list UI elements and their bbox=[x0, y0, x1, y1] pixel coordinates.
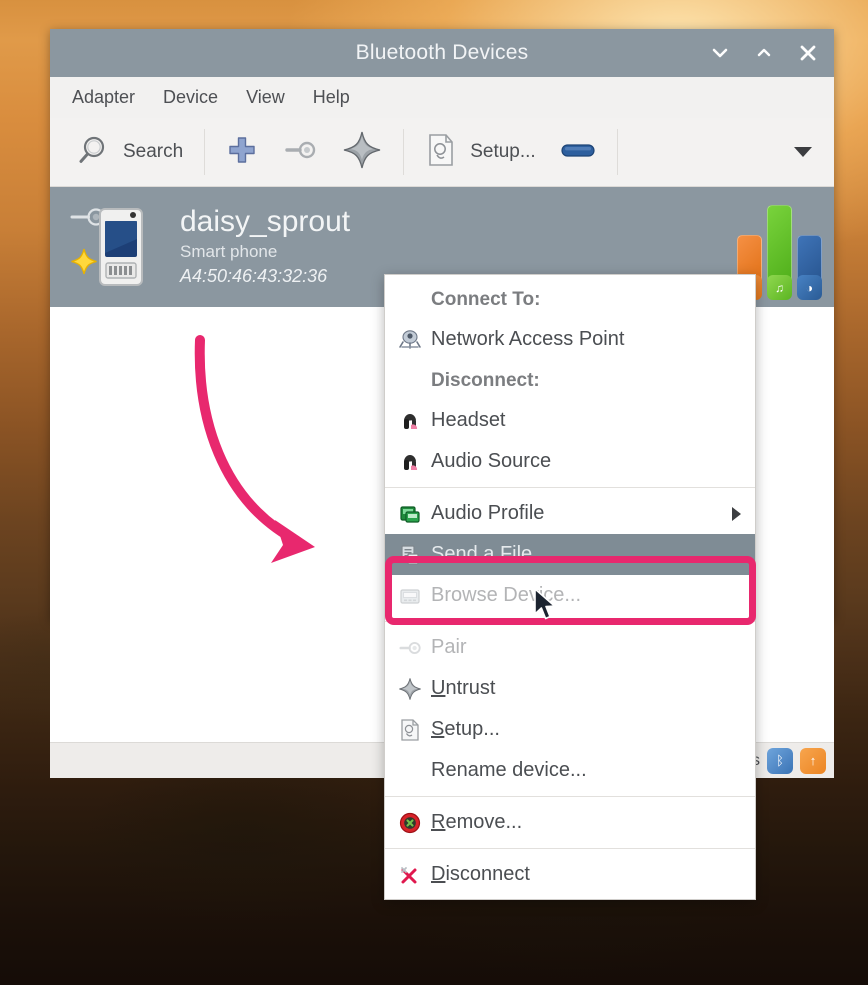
key-icon bbox=[282, 135, 318, 170]
pair-button[interactable] bbox=[270, 129, 330, 176]
star-icon bbox=[342, 130, 382, 175]
desktop-wallpaper: Bluetooth Devices Adapter Device View He… bbox=[0, 0, 868, 985]
menu-item-headset[interactable]: Headset bbox=[385, 400, 755, 441]
menu-item-label: Audio Source bbox=[431, 450, 552, 472]
device-context-menu: Connect To: Network Access Point Disconn… bbox=[384, 274, 756, 900]
connect-to-header: Connect To: bbox=[431, 289, 541, 310]
minimize-button[interactable] bbox=[708, 41, 732, 65]
menu-item-network-access-point[interactable]: Network Access Point bbox=[385, 319, 755, 360]
disconnect-icon bbox=[398, 863, 422, 887]
pair-key-icon bbox=[398, 636, 422, 660]
menu-item-audio-source[interactable]: Audio Source bbox=[385, 441, 755, 482]
menu-item-label: Rename device... bbox=[431, 759, 587, 781]
send-file-toolbar-button[interactable] bbox=[548, 134, 608, 171]
menu-item-label: Audio Profile bbox=[431, 502, 545, 524]
headset-icon bbox=[398, 409, 422, 433]
menu-item-label: Browse Device... bbox=[431, 584, 582, 606]
menu-item-untrust[interactable]: Untrust bbox=[385, 668, 755, 709]
menubar-item-adapter[interactable]: Adapter bbox=[60, 82, 147, 113]
bluetooth-tray-icon[interactable]: ᛒ bbox=[767, 747, 793, 774]
menu-item-browse-device[interactable]: Browse Device... bbox=[385, 575, 755, 616]
toolbar-separator-2 bbox=[403, 129, 405, 175]
transfer-tray-icon[interactable]: ↑ bbox=[800, 747, 826, 774]
menubar-item-device[interactable]: Device bbox=[151, 82, 230, 113]
toolbar-overflow-chevron-down-icon[interactable] bbox=[794, 147, 812, 157]
network-badge: ◑ bbox=[797, 275, 822, 300]
menu-item-setup[interactable]: Setup... bbox=[385, 709, 755, 750]
remove-icon bbox=[398, 811, 422, 835]
maximize-button[interactable] bbox=[752, 41, 776, 65]
plus-icon bbox=[226, 134, 258, 171]
separator-4 bbox=[385, 848, 755, 849]
menu-bar: Adapter Device View Help bbox=[50, 77, 834, 118]
menu-item-audio-profile[interactable]: Audio Profile bbox=[385, 493, 755, 534]
menu-item-label: Untrust bbox=[431, 677, 496, 699]
audio-profile-icon bbox=[398, 502, 422, 526]
setup-document-icon bbox=[398, 718, 422, 742]
untrust-star-icon bbox=[398, 677, 422, 701]
menu-item-label: Disconnect bbox=[431, 863, 530, 885]
window-title: Bluetooth Devices bbox=[355, 41, 529, 64]
menu-item-label: Headset bbox=[431, 409, 506, 431]
setup-button[interactable]: Setup... bbox=[413, 127, 548, 178]
menubar-item-help[interactable]: Help bbox=[301, 82, 362, 113]
send-file-icon bbox=[398, 543, 422, 567]
title-bar: Bluetooth Devices bbox=[50, 29, 834, 77]
browse-device-icon bbox=[398, 584, 422, 608]
smart-phone-icon bbox=[68, 197, 160, 298]
menu-item-disconnect[interactable]: Disconnect bbox=[385, 854, 755, 895]
setup-label: Setup... bbox=[470, 141, 536, 162]
trust-button[interactable] bbox=[330, 124, 394, 181]
toolbar-separator-1 bbox=[204, 129, 206, 175]
submenu-chevron-right-icon bbox=[732, 506, 741, 521]
menu-item-label: Remove... bbox=[431, 811, 523, 833]
close-button[interactable] bbox=[796, 41, 820, 65]
menu-item-label: Pair bbox=[431, 636, 467, 658]
menu-item-label: Network Access Point bbox=[431, 328, 625, 350]
menu-item-label: Send a File... bbox=[431, 543, 549, 565]
menu-item-remove[interactable]: Remove... bbox=[385, 802, 755, 843]
toolbar: Search Setup... bbox=[50, 118, 834, 187]
menu-item-send-a-file[interactable]: Send a File... bbox=[385, 534, 755, 575]
device-address: A4:50:46:43:32:36 bbox=[180, 266, 328, 287]
device-type: Smart phone bbox=[180, 241, 278, 261]
menu-item-pair[interactable]: Pair bbox=[385, 627, 755, 668]
audio-source-icon bbox=[398, 450, 422, 474]
device-info: daisy_sprout Smart phone A4:50:46:43:32:… bbox=[180, 205, 350, 288]
separator-3 bbox=[385, 796, 755, 797]
disconnect-header: Disconnect: bbox=[431, 370, 540, 391]
status-right: /s ᛒ ↑ bbox=[748, 747, 826, 774]
separator-2 bbox=[385, 621, 755, 622]
audio-badge: ♫ bbox=[767, 275, 792, 300]
search-button[interactable]: Search bbox=[64, 127, 195, 178]
window-controls bbox=[708, 29, 820, 77]
search-icon bbox=[76, 133, 110, 172]
menu-item-label: Setup... bbox=[431, 718, 500, 740]
device-name: daisy_sprout bbox=[180, 205, 351, 239]
add-device-button[interactable] bbox=[214, 128, 270, 177]
toolbar-separator-3 bbox=[616, 129, 618, 175]
blue-pill-icon bbox=[560, 140, 596, 165]
menu-item-rename-device[interactable]: Rename device... bbox=[385, 750, 755, 791]
network-access-point-icon bbox=[398, 328, 422, 352]
search-label: Search bbox=[123, 141, 184, 162]
menubar-item-view[interactable]: View bbox=[234, 82, 297, 113]
separator-1 bbox=[385, 487, 755, 488]
setup-document-icon bbox=[425, 133, 457, 172]
